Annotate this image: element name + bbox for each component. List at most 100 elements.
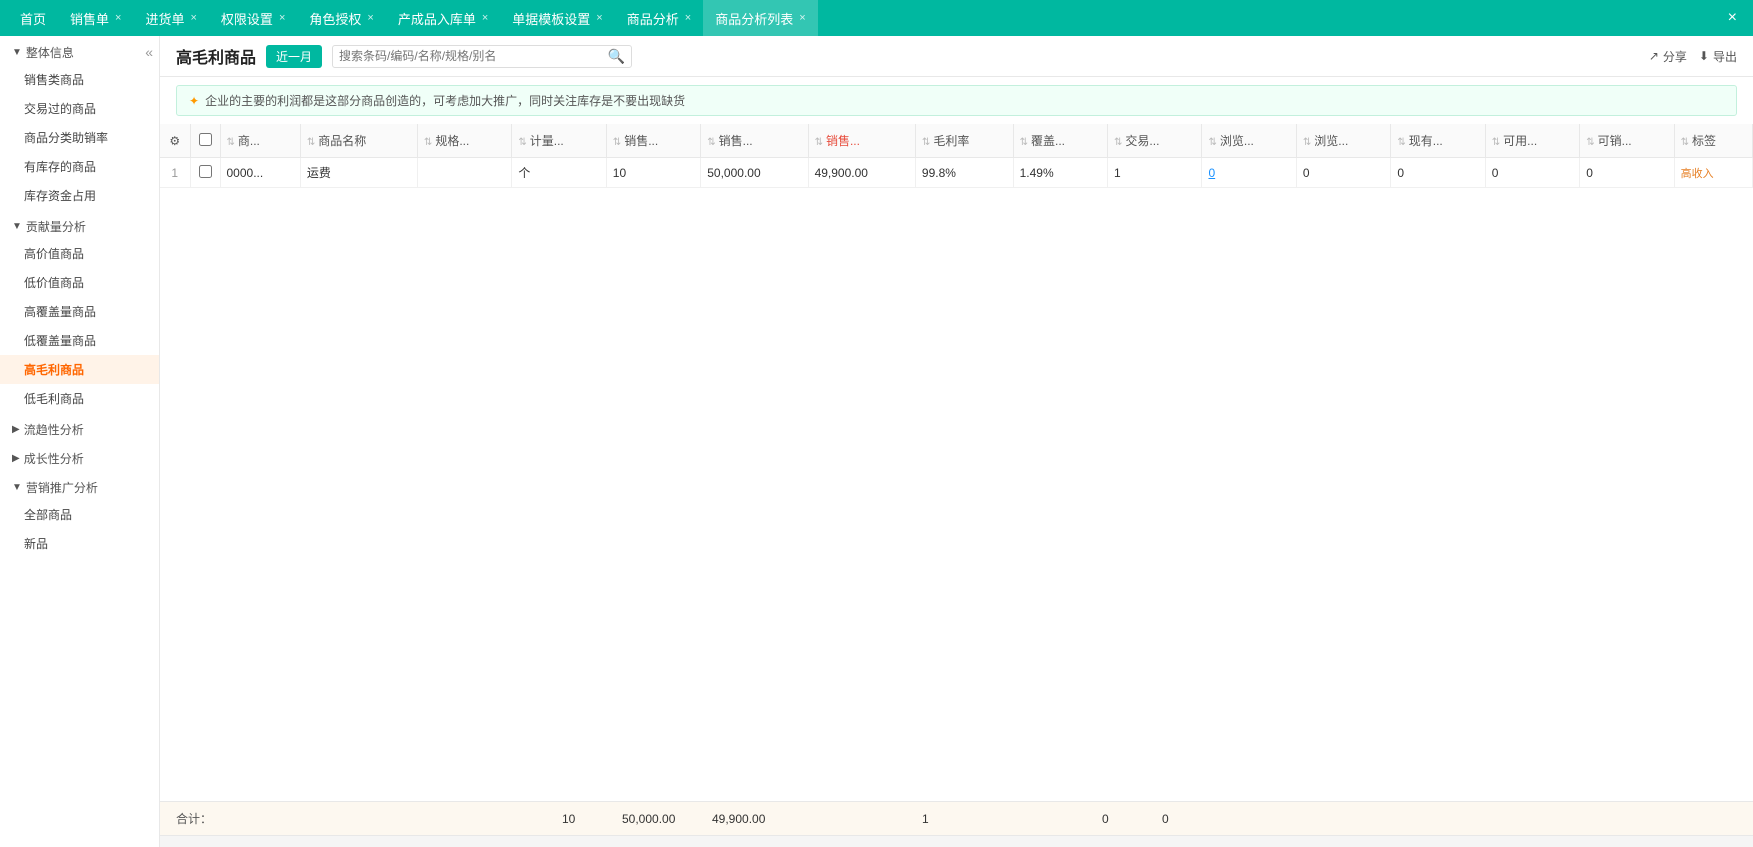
share-button[interactable]: ↗ 分享 xyxy=(1649,48,1687,65)
sort-icon-salesamount: ⇅ xyxy=(707,137,715,148)
settings-icon[interactable]: ⚙ xyxy=(169,134,180,148)
cell-coverage: 1.49% xyxy=(1013,158,1107,188)
sidebar-item-stock-fund[interactable]: 库存资金占用 xyxy=(0,181,159,210)
cell-sales-qty: 10 xyxy=(606,158,700,188)
sidebar-item-new-goods[interactable]: 新品 xyxy=(0,529,159,558)
footer-current-stock: 0 xyxy=(1096,812,1156,826)
sort-icon-salesprofit: ⇅ xyxy=(815,137,823,148)
arrow-contribution: ▼ xyxy=(12,221,22,232)
close-product-analysis-list-tab[interactable]: × xyxy=(799,12,805,24)
export-button[interactable]: ⬇ 导出 xyxy=(1699,48,1737,65)
sidebar-collapse-btn[interactable]: « xyxy=(145,44,153,60)
sort-icon-spec: ⇅ xyxy=(424,137,432,148)
col-sellable[interactable]: ⇅可销... xyxy=(1580,124,1674,158)
col-sales-qty[interactable]: ⇅销售... xyxy=(606,124,700,158)
col-gross-margin[interactable]: ⇅毛利率 xyxy=(915,124,1013,158)
sidebar: « ▼ 整体信息 销售类商品 交易过的商品 商品分类助销率 有库存的商品 库存资… xyxy=(0,36,160,847)
info-icon: ✦ xyxy=(189,94,199,108)
search-box: 🔍 xyxy=(332,45,632,68)
sidebar-item-traded-goods[interactable]: 交易过的商品 xyxy=(0,94,159,123)
close-roles-tab[interactable]: × xyxy=(367,12,373,24)
footer-sales-amount: 50,000.00 xyxy=(616,812,706,826)
sidebar-item-high-value[interactable]: 高价值商品 xyxy=(0,239,159,268)
arrow-overall: ▼ xyxy=(12,47,22,58)
col-settings[interactable]: ⚙ xyxy=(160,124,190,158)
col-sales-amount[interactable]: ⇅销售... xyxy=(701,124,808,158)
table-header-row: ⚙ ⇅商... ⇅商品名称 ⇅规格... ⇅计量... ⇅销售... ⇅销售..… xyxy=(160,124,1753,158)
col-coverage[interactable]: ⇅覆盖... xyxy=(1013,124,1107,158)
col-unit[interactable]: ⇅计量... xyxy=(512,124,606,158)
cell-sales-amount: 50,000.00 xyxy=(701,158,808,188)
sidebar-item-low-margin[interactable]: 低毛利商品 xyxy=(0,384,159,413)
nav-home[interactable]: 首页 xyxy=(8,0,58,36)
nav-template[interactable]: 单据模板设置 × xyxy=(500,0,614,36)
cell-trade-count: 1 xyxy=(1108,158,1202,188)
col-spec[interactable]: ⇅规格... xyxy=(417,124,511,158)
sidebar-item-category-rate[interactable]: 商品分类助销率 xyxy=(0,123,159,152)
sidebar-group-overall[interactable]: ▼ 整体信息 xyxy=(0,36,159,65)
bottom-scrollbar[interactable] xyxy=(160,835,1753,847)
footer-sales-profit: 49,900.00 xyxy=(706,812,796,826)
nav-production[interactable]: 产成品入库单 × xyxy=(386,0,500,36)
nav-product-analysis-list[interactable]: 商品分析列表 × xyxy=(703,0,817,36)
footer-label: 合计： xyxy=(176,810,236,827)
col-views2[interactable]: ⇅浏览... xyxy=(1296,124,1390,158)
sort-icon-tag: ⇅ xyxy=(1681,137,1689,148)
sidebar-item-high-coverage[interactable]: 高覆盖量商品 xyxy=(0,297,159,326)
nav-roles[interactable]: 角色授权 × xyxy=(297,0,385,36)
cell-name: 运费 xyxy=(300,158,417,188)
sort-icon-code: ⇅ xyxy=(227,137,235,148)
sidebar-item-all-goods[interactable]: 全部商品 xyxy=(0,500,159,529)
col-tag[interactable]: ⇅标签 xyxy=(1674,124,1752,158)
nav-permissions[interactable]: 权限设置 × xyxy=(209,0,297,36)
table-container[interactable]: ⚙ ⇅商... ⇅商品名称 ⇅规格... ⇅计量... ⇅销售... ⇅销售..… xyxy=(160,124,1753,801)
sidebar-item-high-margin[interactable]: 高毛利商品 xyxy=(0,355,159,384)
close-all-tabs[interactable]: × xyxy=(1720,9,1745,27)
row-checkbox[interactable] xyxy=(199,165,212,178)
select-all-checkbox[interactable] xyxy=(199,133,212,146)
nav-sales[interactable]: 销售单 × xyxy=(58,0,133,36)
sidebar-item-stocked-goods[interactable]: 有库存的商品 xyxy=(0,152,159,181)
close-purchase-tab[interactable]: × xyxy=(190,12,196,24)
col-name[interactable]: ⇅商品名称 xyxy=(300,124,417,158)
cell-unit: 个 xyxy=(512,158,606,188)
cell-tag: 高收入 xyxy=(1674,158,1752,188)
col-available-stock[interactable]: ⇅可用... xyxy=(1485,124,1579,158)
sort-icon-grossmargin: ⇅ xyxy=(922,137,930,148)
nav-product-analysis[interactable]: 商品分析 × xyxy=(615,0,703,36)
sort-icon-currentstock: ⇅ xyxy=(1397,137,1405,148)
export-icon: ⬇ xyxy=(1699,49,1709,63)
sort-icon-tradecount: ⇅ xyxy=(1114,137,1122,148)
close-product-analysis-tab[interactable]: × xyxy=(685,12,691,24)
col-sales-profit[interactable]: ⇅销售... xyxy=(808,124,915,158)
col-current-stock[interactable]: ⇅现有... xyxy=(1391,124,1485,158)
close-production-tab[interactable]: × xyxy=(482,12,488,24)
close-permissions-tab[interactable]: × xyxy=(279,12,285,24)
col-code[interactable]: ⇅商... xyxy=(220,124,300,158)
sidebar-group-contribution[interactable]: ▼ 贡献量分析 xyxy=(0,210,159,239)
sort-icon-salesqty: ⇅ xyxy=(613,137,621,148)
sort-icon-availablestock: ⇅ xyxy=(1492,137,1500,148)
sidebar-group-marketing[interactable]: ▼ 营销推广分析 xyxy=(0,471,159,500)
close-sales-tab[interactable]: × xyxy=(115,12,121,24)
search-icon[interactable]: 🔍 xyxy=(608,48,625,65)
sidebar-group-trend[interactable]: ▶ 流趋性分析 xyxy=(0,413,159,442)
top-nav: 首页 销售单 × 进货单 × 权限设置 × 角色授权 × 产成品入库单 × 单据… xyxy=(0,0,1753,36)
nav-purchase[interactable]: 进货单 × xyxy=(133,0,208,36)
footer-available-stock: 0 xyxy=(1156,812,1216,826)
sidebar-group-growth[interactable]: ▶ 成长性分析 xyxy=(0,442,159,471)
cell-views1[interactable]: 0 xyxy=(1202,158,1296,188)
filter-recent-month[interactable]: 近一月 xyxy=(266,45,322,68)
col-checkbox xyxy=(190,124,220,158)
sidebar-item-low-value[interactable]: 低价值商品 xyxy=(0,268,159,297)
cell-views2: 0 xyxy=(1296,158,1390,188)
col-views1[interactable]: ⇅浏览... xyxy=(1202,124,1296,158)
sidebar-item-low-coverage[interactable]: 低覆盖量商品 xyxy=(0,326,159,355)
search-input[interactable] xyxy=(339,49,608,63)
close-template-tab[interactable]: × xyxy=(596,12,602,24)
sort-icon-unit: ⇅ xyxy=(518,137,526,148)
table-row: 1 0000... 运费 xyxy=(160,158,1753,188)
sidebar-item-sales-goods[interactable]: 销售类商品 xyxy=(0,65,159,94)
header-actions: ↗ 分享 ⬇ 导出 xyxy=(1649,48,1737,65)
col-trade-count[interactable]: ⇅交易... xyxy=(1108,124,1202,158)
